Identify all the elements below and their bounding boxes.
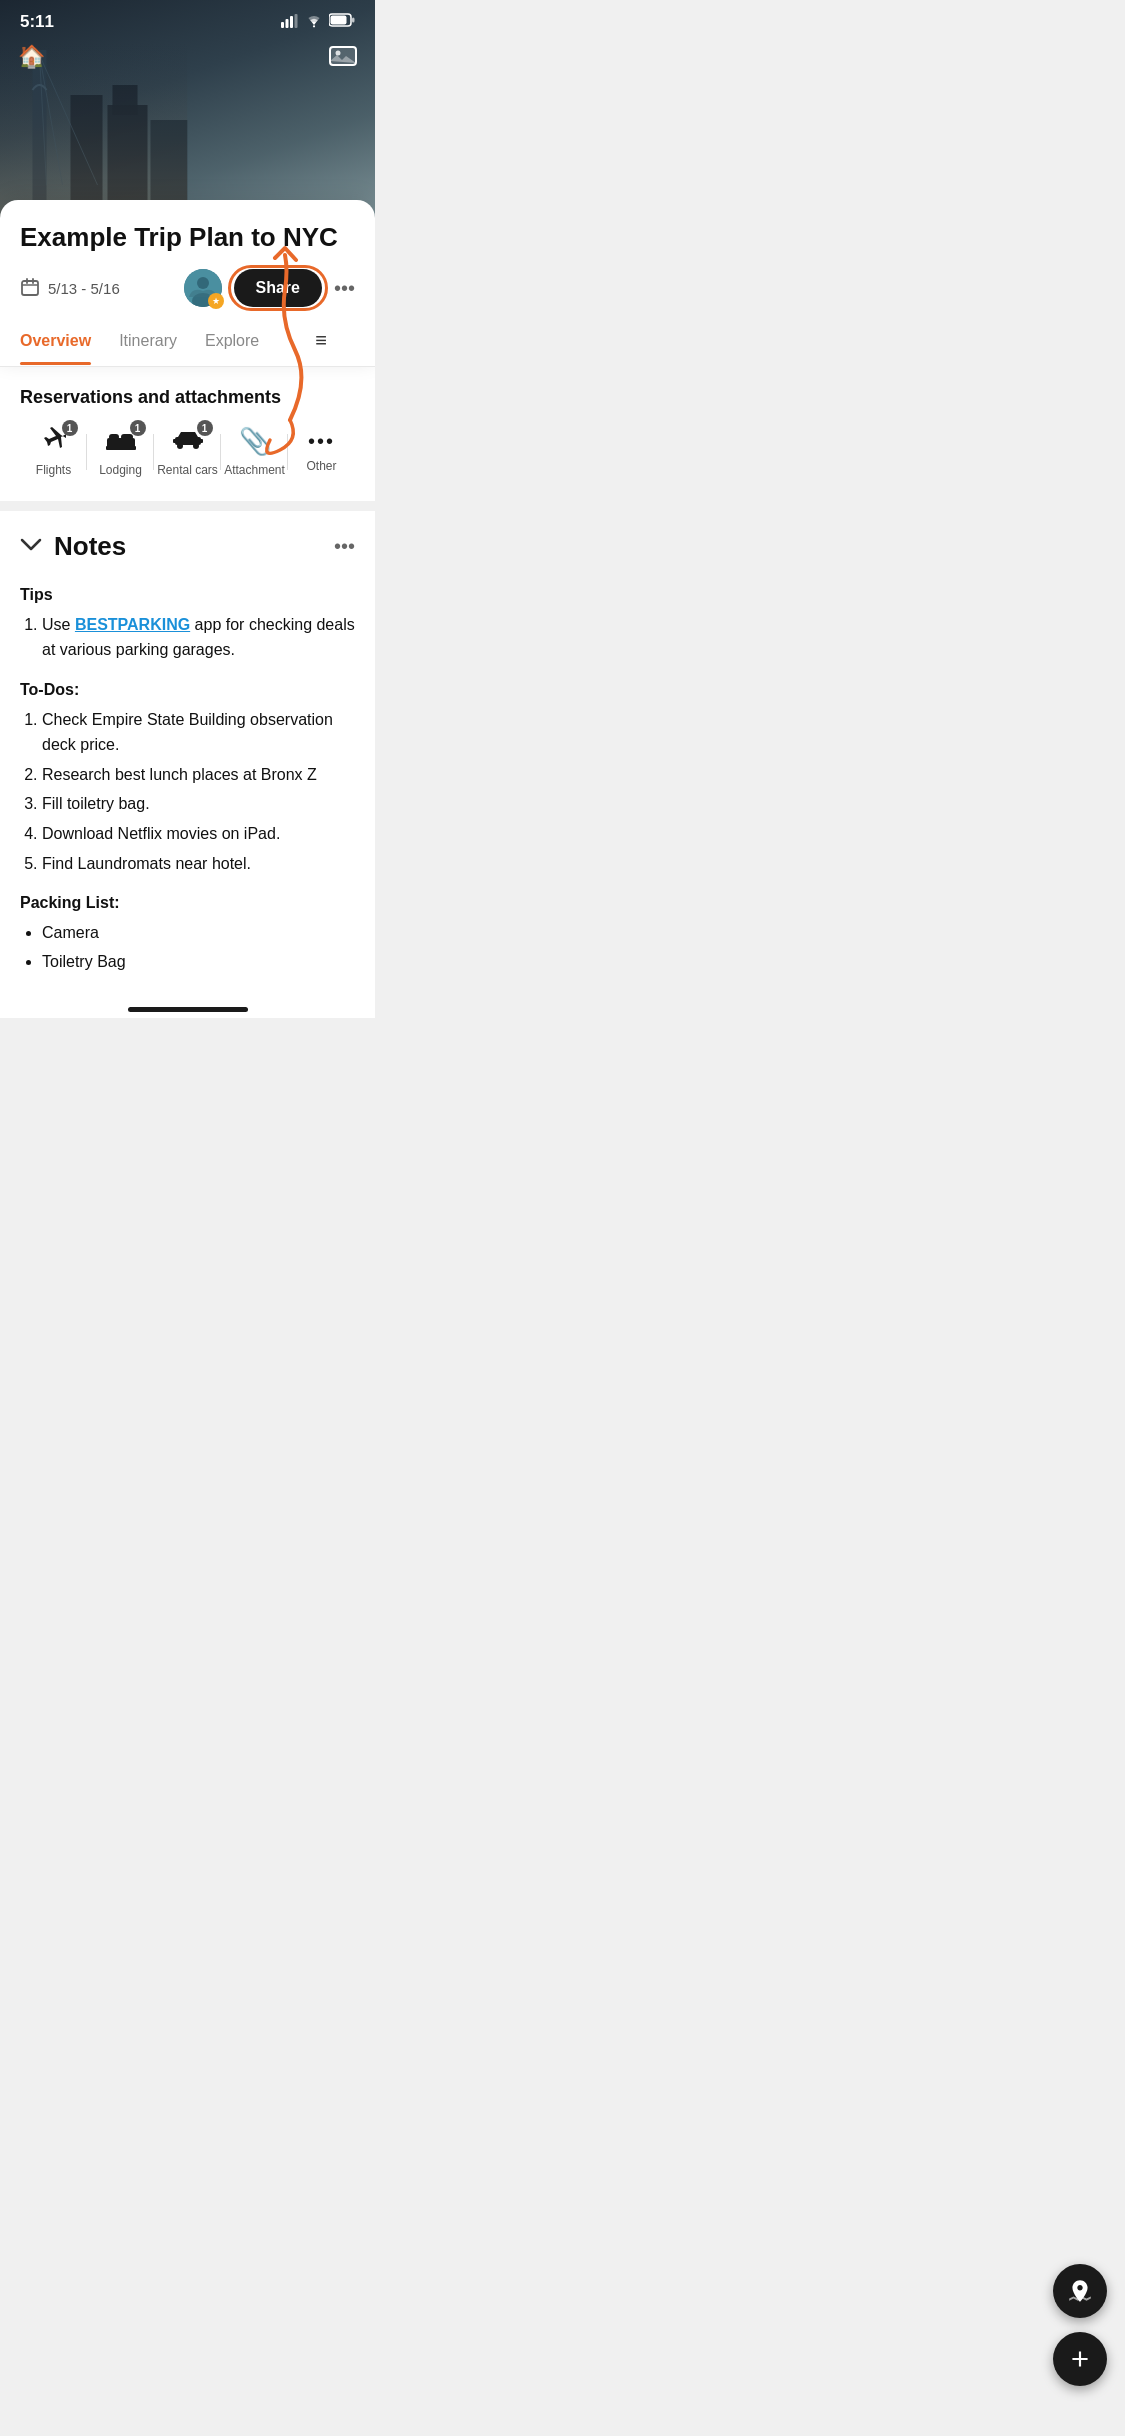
- home-indicator-bar: [128, 1007, 248, 1012]
- notes-tips-heading: Tips: [20, 582, 355, 608]
- flights-label: Flights: [36, 463, 71, 477]
- reservation-other[interactable]: ••• Other: [288, 430, 355, 473]
- notes-packing-item-2: Toiletry Bag: [42, 949, 355, 975]
- rental-cars-badge: 1: [197, 420, 213, 436]
- svg-rect-6: [352, 18, 355, 23]
- other-icon-wrap: •••: [308, 430, 335, 453]
- notes-content: Tips Use BESTPARKING app for checking de…: [20, 582, 355, 975]
- notes-todos-heading: To-Dos:: [20, 677, 355, 703]
- attachment-label: Attachment: [224, 463, 285, 477]
- calendar-icon: [20, 277, 40, 300]
- home-icon[interactable]: 🏠: [18, 44, 45, 74]
- notes-more-icon[interactable]: •••: [334, 535, 355, 558]
- reservation-attachment[interactable]: 📎 Attachment: [221, 426, 288, 477]
- svg-rect-1: [286, 19, 289, 28]
- battery-icon: [329, 13, 355, 31]
- trip-dates-text: 5/13 - 5/16: [48, 280, 120, 297]
- svg-point-27: [197, 277, 209, 289]
- reservation-rental-cars[interactable]: 1 Rental cars: [154, 426, 221, 477]
- notes-title: Notes: [54, 531, 126, 562]
- notes-header: Notes •••: [20, 531, 355, 562]
- signal-icon: [281, 14, 299, 31]
- reservation-items: 1 Flights 1 Lodging: [20, 426, 355, 477]
- notes-packing-list: Camera Toiletry Bag: [42, 920, 355, 975]
- svg-point-21: [336, 51, 341, 56]
- bestparking-link[interactable]: BESTPARKING: [75, 616, 190, 633]
- notes-title-row: Notes: [20, 531, 126, 562]
- svg-point-36: [177, 443, 183, 449]
- trip-dates: 5/13 - 5/16: [20, 277, 120, 300]
- svg-rect-22: [22, 281, 38, 295]
- notes-section: Notes ••• Tips Use BESTPARKING app for c…: [0, 511, 375, 999]
- svg-rect-30: [109, 434, 119, 440]
- svg-rect-33: [110, 447, 112, 450]
- reservations-title: Reservations and attachments: [20, 387, 355, 408]
- notes-tips-list: Use BESTPARKING app for checking deals a…: [42, 612, 355, 663]
- svg-rect-0: [281, 22, 284, 28]
- svg-rect-34: [130, 447, 132, 450]
- share-button[interactable]: Share: [234, 269, 322, 307]
- attachment-icon: 📎: [239, 426, 271, 456]
- lodging-label: Lodging: [99, 463, 142, 477]
- notes-todo-item-5: Find Laundromats near hotel.: [42, 851, 355, 877]
- rental-cars-icon-wrap: 1: [173, 426, 203, 457]
- home-indicator: [0, 999, 375, 1018]
- avatar-star-badge: ★: [208, 293, 224, 309]
- notes-todos-list: Check Empire State Building observation …: [42, 707, 355, 877]
- main-card: Example Trip Plan to NYC 5/13 - 5/16: [0, 200, 375, 367]
- more-options-icon[interactable]: •••: [334, 277, 355, 300]
- trip-meta: 5/13 - 5/16 ★ Share •••: [20, 269, 355, 307]
- tab-itinerary[interactable]: Itinerary: [119, 318, 177, 364]
- notes-todo-item-2: Research best lunch places at Bronx Z: [42, 762, 355, 788]
- tabs: Overview Itinerary Explore ≡: [0, 315, 375, 367]
- tab-explore[interactable]: Explore: [205, 318, 259, 364]
- notes-tip-item-1: Use BESTPARKING app for checking deals a…: [42, 612, 355, 663]
- hero-nav: 🏠: [0, 44, 375, 74]
- tab-more-icon[interactable]: ≡: [315, 315, 327, 366]
- notes-todo-item-3: Fill toiletry bag.: [42, 791, 355, 817]
- rental-cars-label: Rental cars: [157, 463, 218, 477]
- trip-actions: ★ Share •••: [184, 269, 355, 307]
- svg-rect-39: [199, 439, 203, 443]
- other-icon: •••: [308, 430, 335, 452]
- status-bar: 5:11: [0, 0, 375, 40]
- lodging-icon-wrap: 1: [106, 426, 136, 457]
- svg-rect-38: [173, 439, 177, 443]
- status-icons: [281, 13, 355, 31]
- tab-overview[interactable]: Overview: [20, 318, 91, 364]
- svg-rect-2: [290, 16, 293, 28]
- svg-point-4: [313, 25, 315, 27]
- status-time: 5:11: [20, 12, 54, 32]
- section-divider: [0, 501, 375, 511]
- reservation-flights[interactable]: 1 Flights: [20, 426, 87, 477]
- attachment-icon-wrap: 📎: [239, 426, 271, 457]
- svg-point-37: [193, 443, 199, 449]
- trip-title: Example Trip Plan to NYC: [20, 222, 355, 253]
- svg-rect-31: [121, 434, 133, 440]
- lodging-badge: 1: [130, 420, 146, 436]
- chevron-down-icon[interactable]: [20, 536, 42, 557]
- flights-badge: 1: [62, 420, 78, 436]
- reservations-section: Reservations and attachments 1 Flights: [0, 367, 375, 501]
- image-icon[interactable]: [329, 44, 357, 74]
- other-label: Other: [306, 459, 336, 473]
- notes-packing-heading: Packing List:: [20, 890, 355, 916]
- svg-rect-7: [331, 16, 347, 25]
- notes-todo-item-4: Download Netflix movies on iPad.: [42, 821, 355, 847]
- notes-todo-item-1: Check Empire State Building observation …: [42, 707, 355, 758]
- reservation-lodging[interactable]: 1 Lodging: [87, 426, 154, 477]
- avatar: ★: [184, 269, 222, 307]
- flights-icon-wrap: 1: [40, 426, 68, 457]
- wifi-icon: [305, 14, 323, 31]
- notes-packing-item-1: Camera: [42, 920, 355, 946]
- svg-rect-3: [295, 14, 298, 28]
